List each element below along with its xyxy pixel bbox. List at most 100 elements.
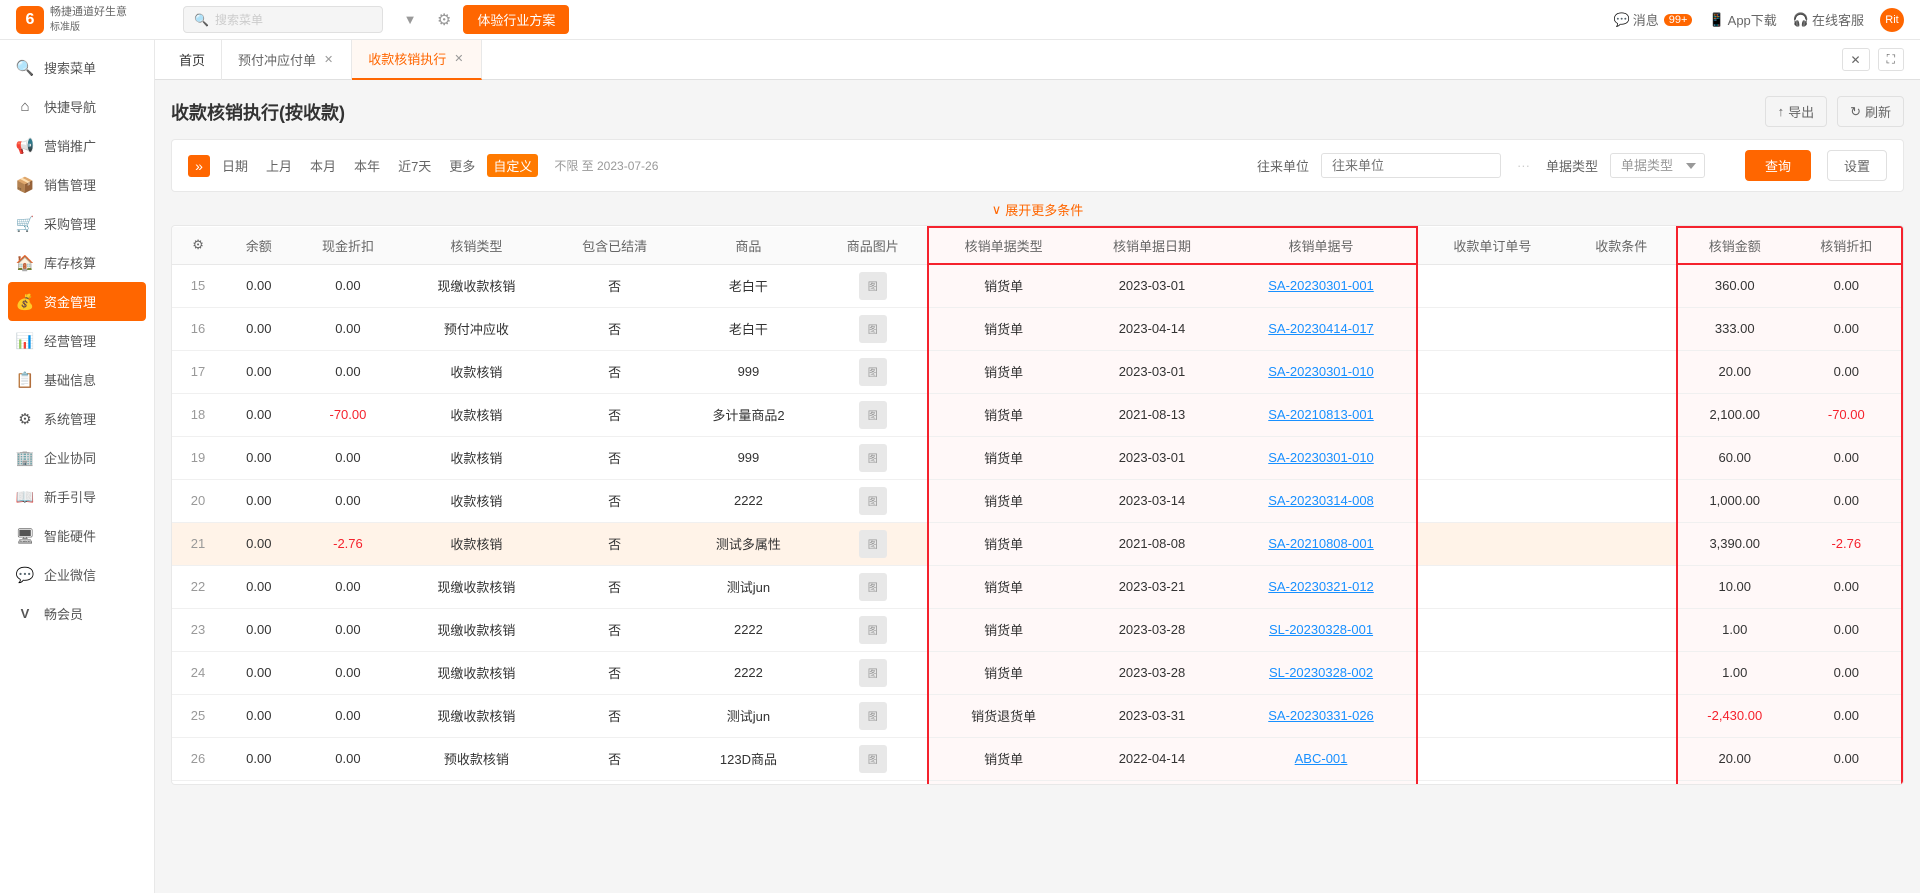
refresh-btn[interactable]: ↻ 刷新 [1837, 96, 1904, 127]
tab-prepay-close[interactable]: ✕ [322, 51, 335, 68]
cell-cancel-bill-no[interactable]: SA-20210808-001 [1226, 522, 1417, 565]
gear-icon[interactable]: ⚙ [437, 10, 451, 30]
cell-goods: 测试多属性 [679, 522, 818, 565]
user-avatar[interactable]: Rit [1880, 8, 1904, 32]
cell-receipt-order-no [1417, 393, 1567, 436]
tab-close-all-btn[interactable]: ✕ [1842, 48, 1870, 71]
cell-goods: 2222 [679, 608, 818, 651]
setting-btn[interactable]: 设置 [1827, 150, 1887, 181]
filter-date-7days[interactable]: 近7天 [392, 154, 437, 177]
dropdown-icon[interactable]: ▼ [404, 12, 417, 27]
cell-cancel-amount: 360.00 [1677, 264, 1792, 307]
filter-unit-input[interactable] [1321, 153, 1501, 178]
filter-date-more[interactable]: 更多 [443, 154, 481, 177]
cell-receipt-order-no [1417, 780, 1567, 785]
cell-cancel-bill-no[interactable]: SA-20230314-008 [1226, 479, 1417, 522]
sidebar-item-search[interactable]: 🔍 搜索菜单 [0, 48, 154, 87]
sidebar-item-guide[interactable]: 📖 新手引导 [0, 477, 154, 516]
sidebar-item-marketing[interactable]: 📢 营销推广 [0, 126, 154, 165]
phone-icon: 📱 [1708, 12, 1724, 28]
cell-cancel-bill-no[interactable]: SL-20230328-001 [1226, 608, 1417, 651]
filter-unit-label: 往来单位 [1257, 156, 1309, 175]
tab-receipt-close[interactable]: ✕ [452, 50, 465, 67]
cell-cancel-type: 现缴收款核销 [402, 608, 550, 651]
table-container: ⚙ 余额 现金折扣 核销类型 包含已结清 商品 商品图片 核销单据类型 核销单据… [171, 225, 1904, 785]
cell-cancel-bill-date: 2023-03-21 [1078, 565, 1226, 608]
sidebar-item-hardware[interactable]: 🖥 智能硬件 [0, 516, 154, 555]
filter-date-group: 上月 本月 本年 近7天 更多 自定义 [260, 154, 538, 177]
sidebar-item-enterprise[interactable]: 🏢 企业协同 [0, 438, 154, 477]
cell-goods: 999 [679, 436, 818, 479]
cell-balance: 0.00 [224, 694, 294, 737]
cell-cancel-bill-no[interactable]: SA-20230414-017 [1226, 307, 1417, 350]
tab-receipt[interactable]: 收款核销执行 ✕ [352, 40, 482, 80]
query-btn[interactable]: 查询 [1745, 150, 1811, 181]
cell-cancel-bill-no[interactable]: SA-20230301-001 [1226, 264, 1417, 307]
tab-home[interactable]: 首页 [163, 40, 222, 80]
sidebar-item-inventory[interactable]: 🏠 库存核算 [0, 243, 154, 282]
member-icon: V [16, 605, 34, 623]
system-icon: ⚙ [16, 410, 34, 428]
logo-text: 畅捷通道好生意标准版 [50, 5, 127, 34]
sidebar-item-basic[interactable]: 📋 基础信息 [0, 360, 154, 399]
sidebar-item-operations[interactable]: 📊 经营管理 [0, 321, 154, 360]
col-setting[interactable]: ⚙ [172, 227, 224, 264]
cell-cancel-bill-no[interactable]: SA-20230331-026 [1226, 694, 1417, 737]
cell-cancel-type: 收款核销 [402, 436, 550, 479]
cell-cash-discount: 0.00 [294, 264, 403, 307]
cell-cancel-bill-no[interactable]: ABC-001 [1226, 737, 1417, 780]
message-btn[interactable]: 💬 消息 99+ [1614, 10, 1693, 29]
online-service-btn[interactable]: 🎧 在线客服 [1793, 10, 1864, 29]
cell-cancel-bill-no[interactable]: SA-20210813-001 [1226, 393, 1417, 436]
cell-cash-discount: 0.00 [294, 350, 403, 393]
cell-goods: 测试jun [679, 694, 818, 737]
cell-cancel-bill-no[interactable]: SA-20230301-010 [1226, 350, 1417, 393]
cell-cancel-discount: 0.00 [1792, 737, 1902, 780]
sidebar-item-purchase[interactable]: 🛒 采购管理 [0, 204, 154, 243]
cell-cancel-bill-type: 销货单 [928, 264, 1078, 307]
cell-cancel-type: 现缴收款核销 [402, 780, 550, 785]
cell-cancel-bill-no[interactable]: SA-20230301-010 [1226, 436, 1417, 479]
tab-prepay[interactable]: 预付冲应付单 ✕ [222, 40, 352, 80]
main-content: 首页 预付冲应付单 ✕ 收款核销执行 ✕ ✕ ⛶ 收款核销执行(按收款) [155, 40, 1920, 893]
cell-cancel-bill-no[interactable]: SA-20230321-012 [1226, 565, 1417, 608]
filter-type-select[interactable]: 单据类型 [1610, 153, 1705, 178]
filter-date-thisyear[interactable]: 本年 [348, 154, 386, 177]
cell-include-settled: 否 [550, 651, 678, 694]
cell-cancel-discount: 0.00 [1792, 479, 1902, 522]
cell-cancel-discount: 0.00 [1792, 264, 1902, 307]
sidebar-item-system[interactable]: ⚙ 系统管理 [0, 399, 154, 438]
filter-date-custom[interactable]: 自定义 [487, 154, 538, 177]
cell-include-settled: 否 [550, 694, 678, 737]
cell-cancel-bill-type: 销货单 [928, 780, 1078, 785]
search-icon: 🔍 [194, 13, 209, 27]
industry-btn[interactable]: 体验行业方案 [463, 5, 569, 34]
search-placeholder: 搜索菜单 [215, 11, 263, 28]
cell-cancel-bill-no[interactable]: SL-20230408-001 [1226, 780, 1417, 785]
col-cancel-discount: 核销折扣 [1792, 227, 1902, 264]
cell-receipt-order-no [1417, 436, 1567, 479]
filter-date-thismonth[interactable]: 本月 [304, 154, 342, 177]
cell-goods: 衣服00001 [679, 780, 818, 785]
cell-cancel-bill-no[interactable]: SL-20230328-002 [1226, 651, 1417, 694]
cell-cash-discount: 0.00 [294, 479, 403, 522]
filter-expand-btn[interactable]: » [188, 155, 210, 177]
export-icon: ↑ [1778, 104, 1785, 119]
search-box[interactable]: 🔍 搜索菜单 [183, 6, 383, 33]
wechat-icon: 💬 [16, 566, 34, 584]
cell-receipt-order-no [1417, 522, 1567, 565]
sidebar-item-sales[interactable]: 📦 销售管理 [0, 165, 154, 204]
export-btn[interactable]: ↑ 导出 [1765, 96, 1828, 127]
sidebar-item-finance[interactable]: 💰 资金管理 [8, 282, 146, 321]
cell-cancel-amount: 1,000.00 [1677, 479, 1792, 522]
sidebar-item-member[interactable]: V 畅会员 [0, 594, 154, 633]
app-download-btn[interactable]: 📱 App下载 [1708, 10, 1776, 29]
filter-date-lastmonth[interactable]: 上月 [260, 154, 298, 177]
tab-fullscreen-btn[interactable]: ⛶ [1878, 48, 1904, 71]
sidebar-item-shortcuts[interactable]: ⌂ 快捷导航 [0, 87, 154, 126]
cell-balance: 0.00 [224, 393, 294, 436]
expand-more-btn[interactable]: ∨ 展开更多条件 [992, 200, 1084, 219]
cell-cancel-bill-date: 2023-03-01 [1078, 436, 1226, 479]
cell-receipt-condition [1567, 307, 1677, 350]
sidebar-item-wechat[interactable]: 💬 企业微信 [0, 555, 154, 594]
